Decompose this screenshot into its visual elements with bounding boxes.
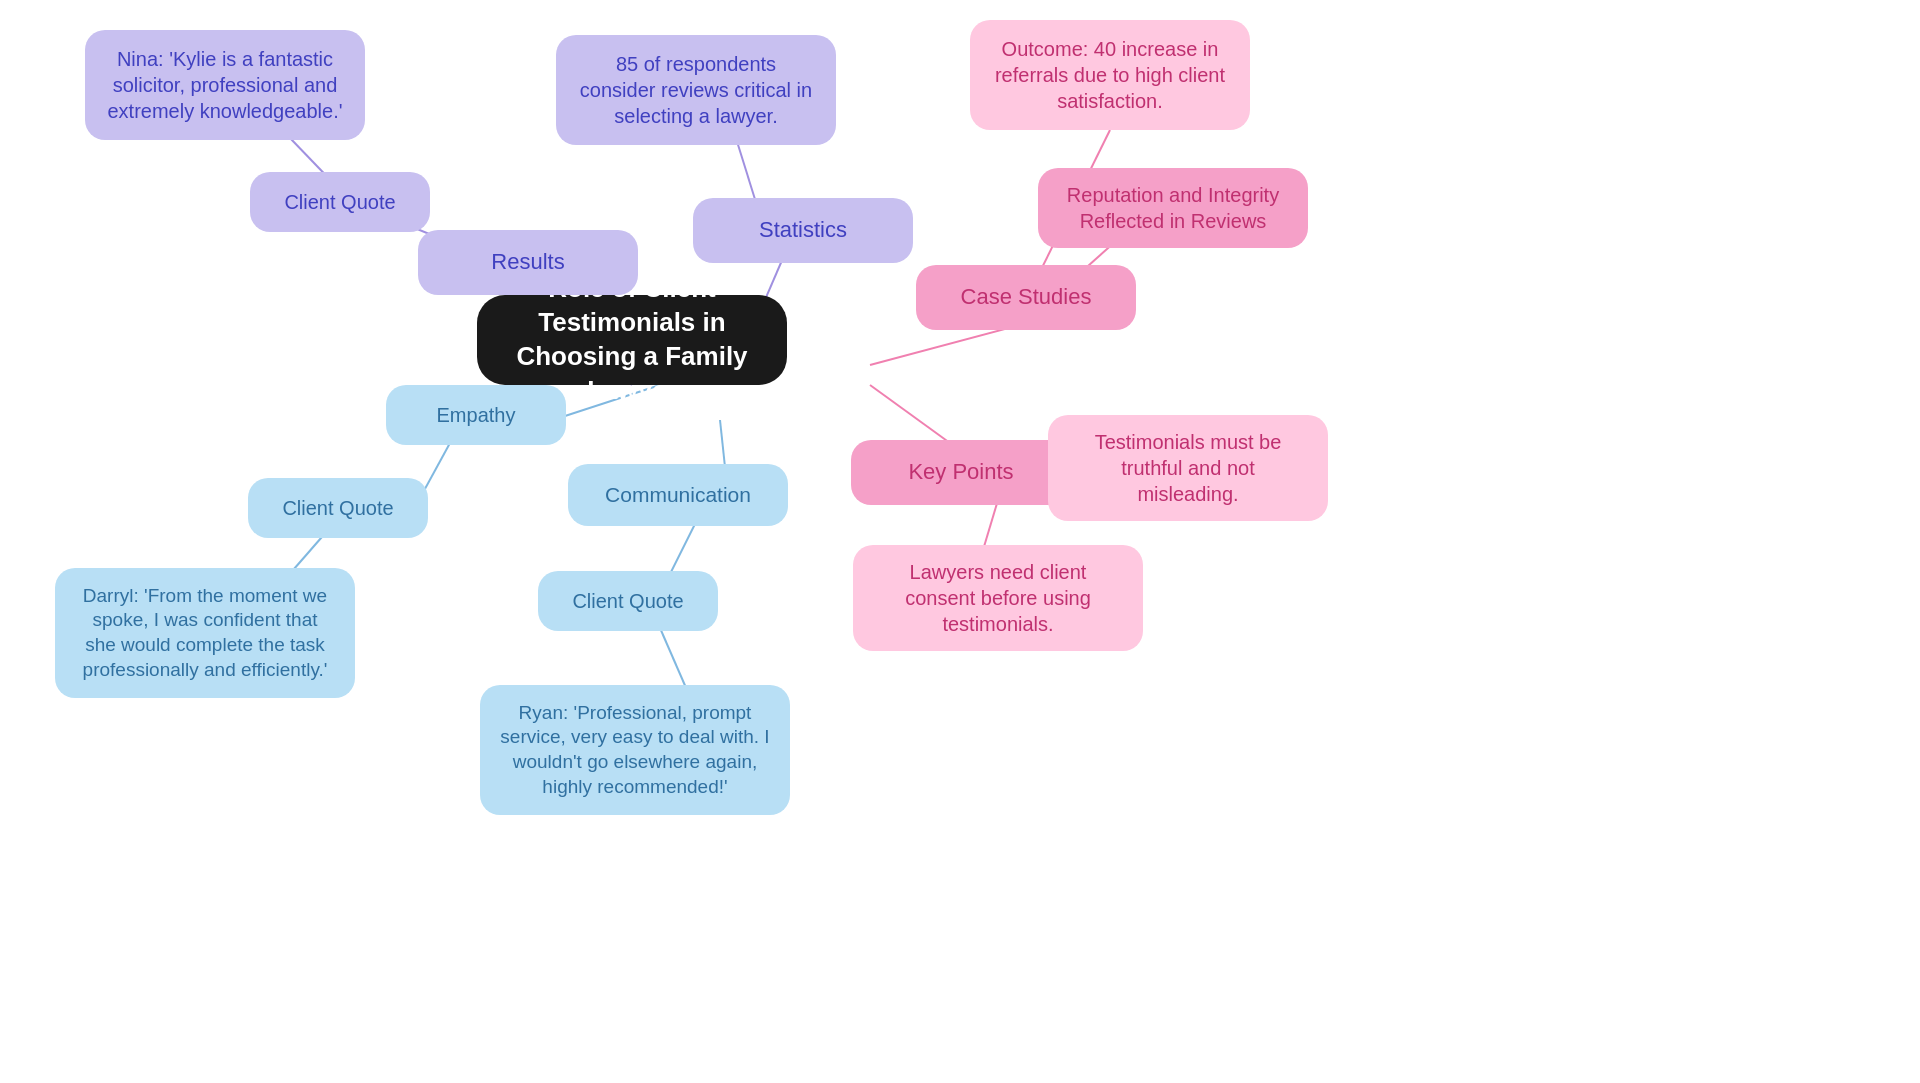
communication-node: Communication	[568, 464, 788, 526]
center-node: Role of Client Testimonials in Choosing …	[477, 295, 787, 385]
stats-quote-node: 85 of respondents consider reviews criti…	[556, 35, 836, 145]
svg-line-2	[870, 325, 1020, 365]
empathy-node: Empathy	[386, 385, 566, 445]
outcome-quote-node: Outcome: 40 increase in referrals due to…	[970, 20, 1250, 130]
client-quote-3-node: Client Quote	[538, 571, 718, 631]
darryl-quote-node: Darryl: 'From the moment we spoke, I was…	[55, 568, 355, 698]
client-quote-2-node: Client Quote	[248, 478, 428, 538]
results-node: Results	[418, 230, 638, 295]
reputation-node: Reputation and Integrity Reflected in Re…	[1038, 168, 1308, 248]
ryan-quote-node: Ryan: 'Professional, prompt service, ver…	[480, 685, 790, 815]
case-studies-node: Case Studies	[916, 265, 1136, 330]
key-points-node: Key Points	[851, 440, 1071, 505]
statistics-node: Statistics	[693, 198, 913, 263]
consent-node: Lawyers need client consent before using…	[853, 545, 1143, 651]
nina-quote-node: Nina: 'Kylie is a fantastic solicitor, p…	[85, 30, 365, 140]
testimonials-node: Testimonials must be truthful and not mi…	[1048, 415, 1328, 521]
client-quote-1-node: Client Quote	[250, 172, 430, 232]
